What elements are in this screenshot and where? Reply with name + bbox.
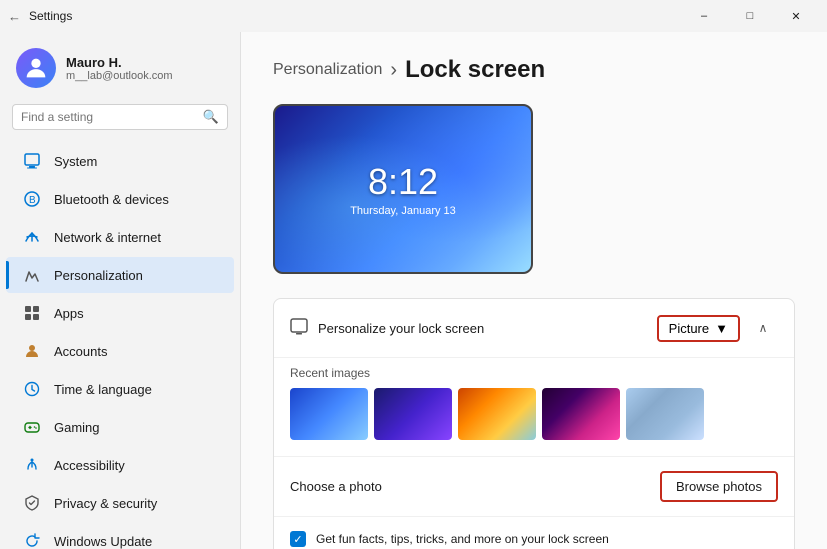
sidebar-item-time[interactable]: Time & language — [6, 371, 234, 407]
search-box[interactable]: 🔍 — [12, 104, 228, 130]
sidebar-item-label-network: Network & internet — [54, 230, 161, 245]
window-controls: – □ ✕ — [681, 0, 819, 32]
sidebar-item-bluetooth[interactable]: B Bluetooth & devices — [6, 181, 234, 217]
preview-time: 8:12 — [368, 161, 438, 203]
user-name: Mauro H. — [66, 55, 173, 70]
lock-screen-preview: 8:12 Thursday, January 13 — [273, 104, 533, 274]
sidebar-item-system[interactable]: System — [6, 143, 234, 179]
user-email: m__lab@outlook.com — [66, 70, 173, 82]
fun-facts-label: Get fun facts, tips, tricks, and more on… — [316, 532, 609, 546]
maximize-button[interactable]: □ — [727, 0, 773, 32]
sidebar-item-label-system: System — [54, 154, 97, 169]
choose-photo-label: Choose a photo — [290, 479, 660, 494]
sidebar-item-apps[interactable]: Apps — [6, 295, 234, 331]
picture-dropdown[interactable]: Picture ▼ — [657, 315, 740, 342]
sidebar-item-label-apps: Apps — [54, 306, 84, 321]
search-icon: 🔍 — [203, 109, 219, 125]
sidebar-item-label-gaming: Gaming — [54, 420, 100, 435]
user-profile[interactable]: Mauro H. m__lab@outlook.com — [0, 40, 240, 104]
thumbnails-row — [290, 388, 778, 440]
search-input[interactable] — [21, 110, 203, 124]
minimize-button[interactable]: – — [681, 0, 727, 32]
svg-text:B: B — [29, 195, 36, 206]
personalize-control: Picture ▼ ∧ — [657, 313, 778, 343]
sidebar-item-personalization[interactable]: Personalization — [6, 257, 234, 293]
system-icon — [22, 151, 42, 171]
main-content: Personalization › Lock screen 8:12 Thurs… — [240, 32, 827, 549]
sidebar-item-update[interactable]: Windows Update — [6, 523, 234, 549]
sidebar-item-label-time: Time & language — [54, 382, 152, 397]
settings-section: Personalize your lock screen Picture ▼ ∧… — [273, 298, 795, 549]
app-title: Settings — [29, 9, 72, 23]
expanded-area: Recent images — [274, 358, 794, 457]
preview-date: Thursday, January 13 — [350, 205, 456, 217]
avatar — [16, 48, 56, 88]
thumbnail-3[interactable] — [458, 388, 536, 440]
back-icon[interactable]: ← — [8, 9, 21, 24]
thumbnail-4[interactable] — [542, 388, 620, 440]
sidebar-item-label-accounts: Accounts — [54, 344, 107, 359]
personalize-row: Personalize your lock screen Picture ▼ ∧ — [274, 299, 794, 358]
fun-facts-row: Get fun facts, tips, tricks, and more on… — [274, 517, 794, 549]
lock-screen-icon — [290, 318, 308, 339]
browse-photos-button[interactable]: Browse photos — [660, 471, 778, 502]
dropdown-value: Picture — [669, 321, 709, 336]
sidebar-item-accessibility[interactable]: Accessibility — [6, 447, 234, 483]
sidebar-item-privacy[interactable]: Privacy & security — [6, 485, 234, 521]
update-icon — [22, 531, 42, 549]
privacy-icon — [22, 493, 42, 513]
expand-button[interactable]: ∧ — [748, 313, 778, 343]
title-bar: ← Settings – □ ✕ — [0, 0, 827, 32]
accessibility-icon — [22, 455, 42, 475]
breadcrumb: Personalization › Lock screen — [273, 56, 795, 84]
accounts-icon — [22, 341, 42, 361]
sidebar-item-label-accessibility: Accessibility — [54, 458, 125, 473]
recent-images-label: Recent images — [290, 358, 778, 380]
sidebar-item-label-bluetooth: Bluetooth & devices — [54, 192, 169, 207]
thumbnail-2[interactable] — [374, 388, 452, 440]
sidebar-item-gaming[interactable]: Gaming — [6, 409, 234, 445]
sidebar: Mauro H. m__lab@outlook.com 🔍 System — [0, 32, 240, 549]
breadcrumb-separator: › — [390, 59, 397, 82]
user-info: Mauro H. m__lab@outlook.com — [66, 55, 173, 82]
sidebar-item-label-personalization: Personalization — [54, 268, 143, 283]
dropdown-chevron: ▼ — [715, 321, 728, 336]
sidebar-item-label-update: Windows Update — [54, 534, 152, 549]
gaming-icon — [22, 417, 42, 437]
thumbnail-5[interactable] — [626, 388, 704, 440]
breadcrumb-parent[interactable]: Personalization — [273, 61, 382, 79]
sidebar-item-accounts[interactable]: Accounts — [6, 333, 234, 369]
apps-icon — [22, 303, 42, 323]
choose-photo-row: Choose a photo Browse photos — [274, 457, 794, 517]
sidebar-item-network[interactable]: Network & internet — [6, 219, 234, 255]
bluetooth-icon: B — [22, 189, 42, 209]
close-button[interactable]: ✕ — [773, 0, 819, 32]
fun-facts-checkbox[interactable] — [290, 531, 306, 547]
sidebar-item-label-privacy: Privacy & security — [54, 496, 157, 511]
time-icon — [22, 379, 42, 399]
personalize-label: Personalize your lock screen — [290, 318, 657, 339]
personalization-icon — [22, 265, 42, 285]
thumbnail-1[interactable] — [290, 388, 368, 440]
page-title: Lock screen — [405, 56, 545, 84]
network-icon — [22, 227, 42, 247]
